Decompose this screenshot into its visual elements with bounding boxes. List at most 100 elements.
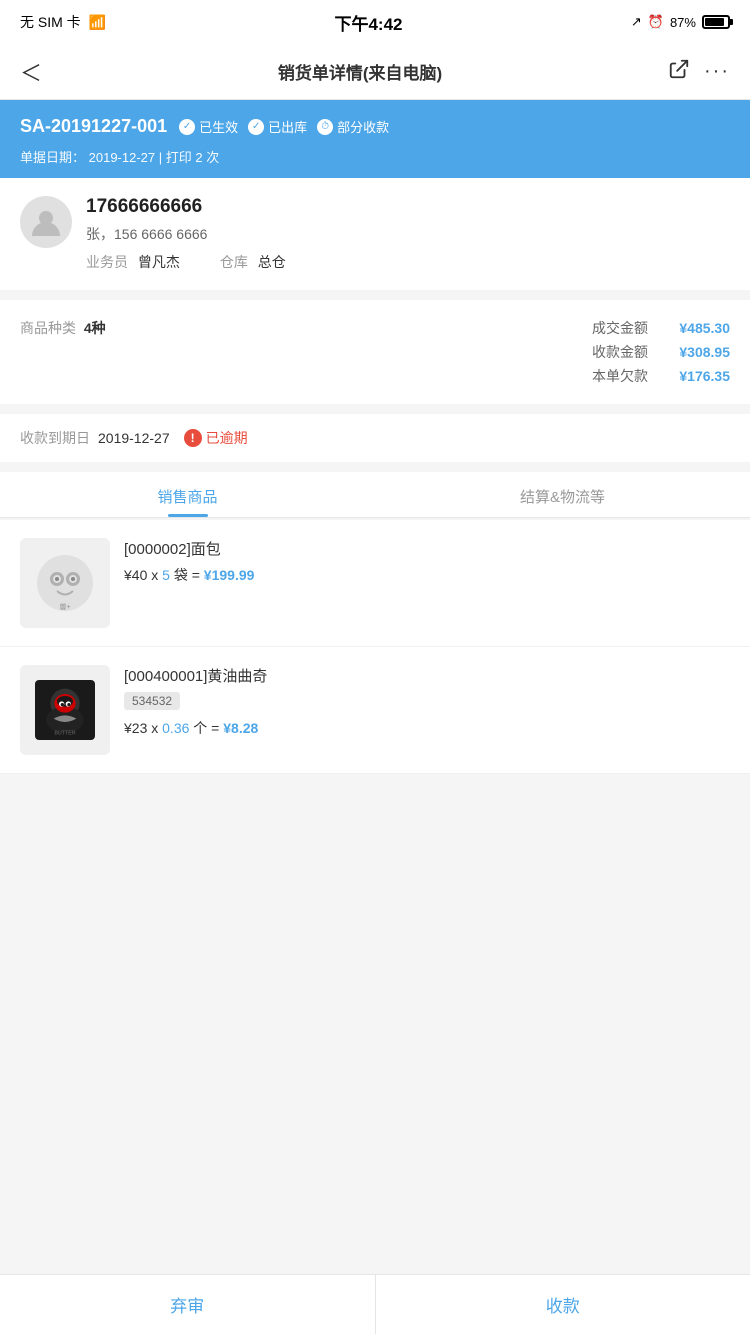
- carrier-text: 无 SIM 卡: [20, 12, 81, 32]
- sales-name: 曾凡杰: [138, 254, 180, 270]
- customer-meta: 业务员 曾凡杰 仓库 总仓: [86, 252, 730, 272]
- order-number: SA-20191227-001: [20, 116, 167, 137]
- owed-row: 本单欠款 ¥176.35: [592, 366, 730, 386]
- product-sku-2: 534532: [124, 692, 180, 710]
- product-unit-2: 个: [193, 720, 207, 736]
- nav-bar: ＜ 销货单详情(来自电脑) ···: [0, 44, 750, 100]
- svg-text:兽+: 兽+: [59, 602, 70, 611]
- collect-button[interactable]: 收款: [376, 1275, 750, 1334]
- battery-fill: [705, 18, 724, 26]
- deal-value: ¥485.30: [660, 320, 730, 336]
- warehouse-name: 总仓: [258, 254, 286, 270]
- product-total-2: ¥8.28: [223, 720, 258, 736]
- price-base-1: ¥40: [124, 567, 147, 583]
- price-x-1: x: [151, 567, 162, 583]
- product-info-2: [000400001]黄油曲奇 534532 ¥23 x 0.36 个 = ¥8…: [124, 665, 730, 755]
- cancel-review-label: 弃审: [170, 1292, 204, 1317]
- more-icon[interactable]: ···: [704, 60, 730, 83]
- banner-top: SA-20191227-001 ✓ 已生效 ✓ 已出库 ⏱ 部分收款: [20, 116, 730, 137]
- product-unit-1: 袋: [174, 567, 188, 583]
- check-icon-1: ✓: [179, 119, 195, 135]
- owed-label: 本单欠款: [592, 366, 648, 386]
- received-value: ¥308.95: [660, 344, 730, 360]
- check-icon-2: ✓: [248, 119, 264, 135]
- product-name-1: [0000002]面包: [124, 538, 730, 559]
- customer-info: 17666666666 张，156 6666 6666 业务员 曾凡杰 仓库 总…: [86, 196, 730, 272]
- badge-effective-label: 已生效: [199, 117, 238, 136]
- back-button[interactable]: ＜: [20, 56, 52, 88]
- due-date: 2019-12-27: [98, 430, 170, 446]
- collect-label: 收款: [546, 1292, 580, 1317]
- bottom-actions: 弃审 收款: [0, 1274, 750, 1334]
- product-price-2: ¥23 x 0.36 个 = ¥8.28: [124, 718, 730, 738]
- deal-label: 成交金额: [592, 318, 648, 338]
- warehouse-label: 仓库: [220, 254, 248, 270]
- customer-id: 17666666666: [86, 196, 730, 218]
- print-label: 打印: [166, 150, 192, 165]
- due-section: 收款到期日 2019-12-27 ! 已逾期: [0, 414, 750, 462]
- badge-shipped: ✓ 已出库: [248, 117, 307, 136]
- received-row: 收款金额 ¥308.95: [592, 342, 730, 362]
- tabs-section: 销售商品 结算&物流等: [0, 472, 750, 518]
- status-left: 无 SIM 卡 📶: [20, 12, 106, 32]
- badge-shipped-label: 已出库: [268, 117, 307, 136]
- print-count: 2: [195, 150, 202, 165]
- svg-text:BUTTER: BUTTER: [54, 731, 75, 737]
- nav-actions: ···: [668, 58, 730, 86]
- category-value: 4种: [84, 320, 106, 336]
- alarm-icon: ⏰: [648, 14, 664, 30]
- price-base-2: ¥23: [124, 720, 147, 736]
- location-icon: ↗: [631, 14, 642, 30]
- customer-section: 17666666666 张，156 6666 6666 业务员 曾凡杰 仓库 总…: [0, 178, 750, 290]
- date-label: 单据日期：: [20, 150, 85, 165]
- list-item: 兽+ [0000002]面包 ¥40 x 5 袋 = ¥199.99: [0, 520, 750, 647]
- tab-products-label: 销售商品: [157, 489, 217, 506]
- due-label: 收款到期日: [20, 428, 90, 448]
- list-item: BUTTER [000400001]黄油曲奇 534532 ¥23 x 0.36…: [0, 647, 750, 774]
- price-eq-2: =: [211, 720, 223, 736]
- battery-icon: [702, 15, 730, 29]
- summary-left: 商品种类 4种: [20, 318, 106, 386]
- summary-right: 成交金额 ¥485.30 收款金额 ¥308.95 本单欠款 ¥176.35: [592, 318, 730, 386]
- customer-name-phone: 张，156 6666 6666: [86, 224, 730, 244]
- clock-icon: ⏱: [317, 119, 333, 135]
- print-unit: 次: [206, 150, 219, 165]
- tab-settlement-label: 结算&物流等: [520, 489, 605, 506]
- status-bar: 无 SIM 卡 📶 下午4:42 ↗ ⏰ 87%: [0, 0, 750, 44]
- order-date: 2019-12-27: [89, 150, 156, 165]
- badge-partial-label: 部分收款: [337, 117, 389, 136]
- badge-effective: ✓ 已生效: [179, 117, 238, 136]
- price-eq-1: =: [192, 567, 204, 583]
- page-title: 销货单详情(来自电脑): [52, 59, 668, 84]
- product-price-1: ¥40 x 5 袋 = ¥199.99: [124, 565, 730, 585]
- divider: |: [159, 150, 166, 165]
- battery-percent: 87%: [670, 15, 696, 30]
- price-x-2: x: [151, 720, 162, 736]
- warehouse-info: 仓库 总仓: [220, 252, 286, 272]
- share-icon[interactable]: [668, 58, 690, 86]
- badge-partial: ⏱ 部分收款: [317, 117, 389, 136]
- owed-value: ¥176.35: [660, 368, 730, 384]
- avatar: [20, 196, 72, 248]
- header-banner: SA-20191227-001 ✓ 已生效 ✓ 已出库 ⏱ 部分收款 单据日期：…: [0, 100, 750, 178]
- summary-section: 商品种类 4种 成交金额 ¥485.30 收款金额 ¥308.95 本单欠款 ¥…: [0, 300, 750, 404]
- tab-products[interactable]: 销售商品: [0, 472, 375, 517]
- banner-badges: ✓ 已生效 ✓ 已出库 ⏱ 部分收款: [179, 117, 389, 136]
- cancel-review-button[interactable]: 弃审: [0, 1275, 376, 1334]
- sales-label: 业务员: [86, 254, 128, 270]
- status-time: 下午4:42: [334, 10, 402, 35]
- category-label: 商品种类: [20, 320, 76, 336]
- wifi-icon: 📶: [89, 14, 106, 31]
- product-qty-2: 0.36: [162, 720, 189, 736]
- product-name-2: [000400001]黄油曲奇: [124, 665, 730, 686]
- overdue-text: 已逾期: [206, 428, 248, 448]
- status-right: ↗ ⏰ 87%: [631, 14, 730, 30]
- received-label: 收款金额: [592, 342, 648, 362]
- overdue-badge: ! 已逾期: [184, 428, 248, 448]
- product-image-1: 兽+: [20, 538, 110, 628]
- overdue-icon: !: [184, 429, 202, 447]
- sales-info: 业务员 曾凡杰: [86, 252, 180, 272]
- product-info-1: [0000002]面包 ¥40 x 5 袋 = ¥199.99: [124, 538, 730, 628]
- tab-settlement[interactable]: 结算&物流等: [375, 472, 750, 517]
- product-qty-1: 5: [162, 567, 170, 583]
